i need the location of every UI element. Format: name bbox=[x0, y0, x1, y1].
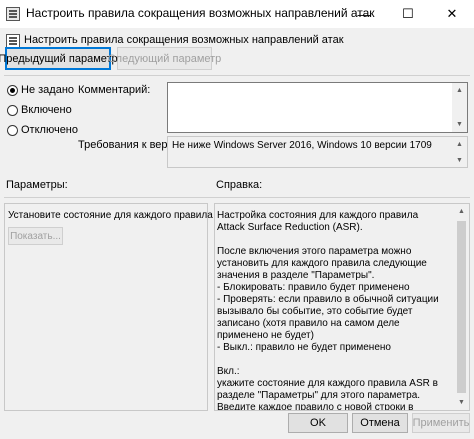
comment-label: Комментарий: bbox=[78, 84, 151, 96]
help-panel: Настройка состояния для каждого правила … bbox=[214, 203, 470, 411]
radio-enabled-label[interactable]: Включено bbox=[21, 104, 72, 116]
scroll-up-icon[interactable]: ▲ bbox=[452, 83, 467, 98]
supported-on-value: Не ниже Windows Server 2016, Windows 10 … bbox=[172, 140, 432, 151]
radio-disabled-label[interactable]: Отключено bbox=[21, 124, 78, 136]
next-setting-button[interactable]: Следующий параметр bbox=[108, 47, 221, 70]
scrollbar-thumb[interactable] bbox=[457, 221, 466, 393]
apply-button[interactable]: Применить bbox=[412, 413, 470, 433]
options-label: Параметры: bbox=[6, 179, 68, 191]
supported-scrollbar[interactable]: ▲ ▼ bbox=[452, 137, 467, 167]
supported-on-box: Не ниже Windows Server 2016, Windows 10 … bbox=[167, 136, 468, 168]
setting-icon bbox=[6, 34, 20, 48]
separator bbox=[4, 197, 470, 198]
ok-button[interactable]: OK bbox=[288, 413, 348, 433]
help-scrollbar[interactable]: ▲ ▼ bbox=[454, 204, 469, 410]
help-label: Справка: bbox=[216, 179, 263, 191]
scroll-down-icon[interactable]: ▼ bbox=[452, 117, 467, 132]
maximize-button[interactable]: ☐ bbox=[386, 0, 430, 28]
setting-title: Настроить правила сокращения возможных н… bbox=[24, 34, 344, 46]
policy-setting-icon bbox=[6, 7, 20, 21]
separator bbox=[4, 75, 470, 76]
cancel-button[interactable]: Отмена bbox=[352, 413, 408, 433]
help-text: Настройка состояния для каждого правила … bbox=[217, 210, 439, 411]
radio-enabled[interactable] bbox=[7, 105, 18, 116]
scroll-down-icon[interactable]: ▼ bbox=[454, 395, 469, 410]
radio-not-configured[interactable] bbox=[7, 85, 18, 96]
minimize-button[interactable]: — bbox=[342, 0, 386, 28]
options-panel: Установите состояние для каждого правила… bbox=[4, 203, 239, 411]
show-button[interactable]: Показать... bbox=[8, 227, 63, 245]
previous-setting-button[interactable]: Предыдущий параметр bbox=[0, 47, 118, 70]
comment-scrollbar[interactable]: ▲ ▼ bbox=[452, 83, 467, 132]
scroll-up-icon[interactable]: ▲ bbox=[452, 137, 467, 151]
window-title: Настроить правила сокращения возможных н… bbox=[26, 6, 375, 20]
comment-textarea[interactable]: ▲ ▼ bbox=[167, 82, 468, 133]
close-button[interactable]: ✕ bbox=[430, 0, 474, 28]
radio-not-configured-label[interactable]: Не задано bbox=[21, 84, 74, 96]
scroll-down-icon[interactable]: ▼ bbox=[452, 153, 467, 167]
radio-disabled[interactable] bbox=[7, 125, 18, 136]
asr-rules-label: Установите состояние для каждого правила… bbox=[8, 210, 239, 221]
scroll-up-icon[interactable]: ▲ bbox=[454, 204, 469, 219]
